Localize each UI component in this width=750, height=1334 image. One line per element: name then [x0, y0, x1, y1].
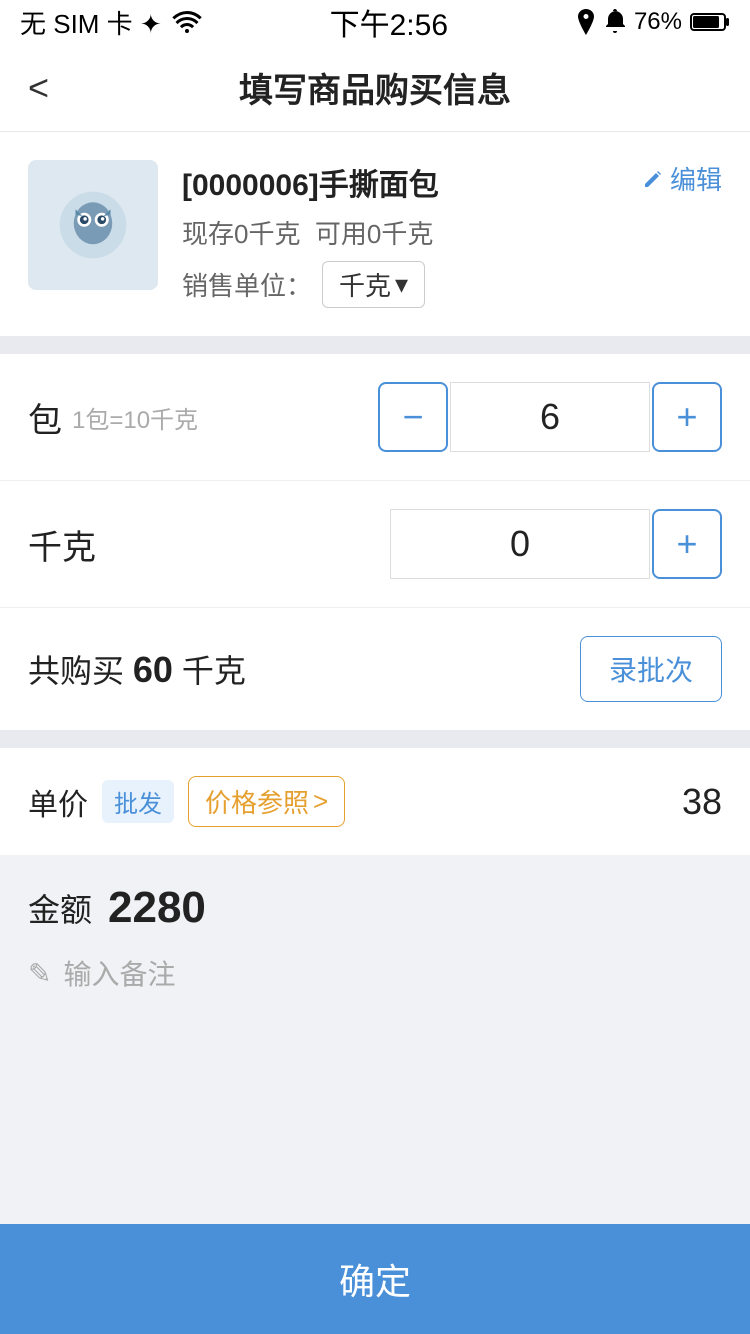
remark-pencil-icon: ✎: [28, 957, 51, 990]
wifi-icon: [172, 11, 202, 33]
battery-text: 76%: [634, 8, 682, 36]
total-amount: 60: [133, 649, 173, 690]
input-section: 包 1包=10千克 − + 千克 +: [0, 354, 750, 608]
amount-label: 金额: [28, 885, 92, 931]
remark-placeholder: 输入备注: [63, 953, 175, 993]
product-unit-row: 销售单位： 千克 ▾: [182, 261, 722, 308]
no-sim-label: 无 SIM 卡 ✦: [20, 4, 162, 41]
back-button[interactable]: <: [28, 67, 49, 109]
product-card: [0000006]手撕面包 现存0千克 可用0千克 销售单位： 千克 ▾ 编辑: [0, 132, 750, 336]
kg-quantity-input[interactable]: [390, 509, 650, 579]
status-time: 下午2:56: [330, 0, 448, 44]
amount-value: 2280: [108, 883, 206, 933]
location-icon: [576, 9, 596, 35]
unit-dropdown-icon: ▾: [395, 269, 408, 300]
product-stock: 现存0千克 可用0千克: [182, 214, 722, 251]
alarm-icon: [604, 9, 626, 35]
status-bar: 无 SIM 卡 ✦ 下午2:56 76%: [0, 0, 750, 44]
divider-1: [0, 336, 750, 354]
edit-button[interactable]: 编辑: [642, 160, 722, 197]
kg-label: 千克: [28, 520, 96, 569]
battery-icon: [690, 11, 730, 33]
spacer: [0, 1003, 750, 1224]
remark-row[interactable]: ✎ 输入备注: [28, 953, 722, 993]
package-controls: − +: [378, 382, 722, 452]
price-ref-button[interactable]: 价格参照 >: [188, 776, 345, 827]
edit-icon: [642, 168, 664, 190]
price-label: 单价: [28, 780, 88, 824]
total-row: 共购买 60 千克 录批次: [0, 608, 750, 730]
package-hint: 1包=10千克: [72, 400, 198, 435]
product-image: [28, 160, 158, 290]
price-section: 单价 批发 价格参照 > 38: [0, 748, 750, 855]
unit-label: 销售单位：: [182, 266, 312, 303]
total-text: 共购买 60 千克: [28, 646, 246, 692]
kg-plus-button[interactable]: +: [652, 509, 722, 579]
price-value: 38: [682, 781, 722, 823]
amount-row: 金额 2280: [28, 883, 722, 933]
page-title: 填写商品购买信息: [239, 63, 511, 112]
package-input-row: 包 1包=10千克 − +: [0, 354, 750, 481]
package-label: 包: [28, 393, 62, 442]
package-plus-button[interactable]: +: [652, 382, 722, 452]
price-ref-arrow: >: [313, 786, 328, 817]
confirm-label: 确定: [339, 1253, 411, 1305]
product-owl-icon: [58, 190, 128, 260]
unit-select[interactable]: 千克 ▾: [322, 261, 425, 308]
price-type-tag: 批发: [102, 780, 174, 823]
amount-section: 金额 2280 ✎ 输入备注: [0, 855, 750, 1003]
kg-controls: +: [388, 509, 722, 579]
divider-2: [0, 730, 750, 748]
kg-input-row: 千克 +: [0, 481, 750, 608]
package-quantity-input[interactable]: [450, 382, 650, 452]
batch-button[interactable]: 录批次: [580, 636, 722, 702]
status-right: 76%: [576, 8, 730, 36]
package-minus-button[interactable]: −: [378, 382, 448, 452]
confirm-button[interactable]: 确定: [0, 1224, 750, 1334]
status-left: 无 SIM 卡 ✦: [20, 4, 202, 41]
nav-bar: < 填写商品购买信息: [0, 44, 750, 132]
price-row: 单价 批发 价格参照 > 38: [28, 776, 722, 827]
